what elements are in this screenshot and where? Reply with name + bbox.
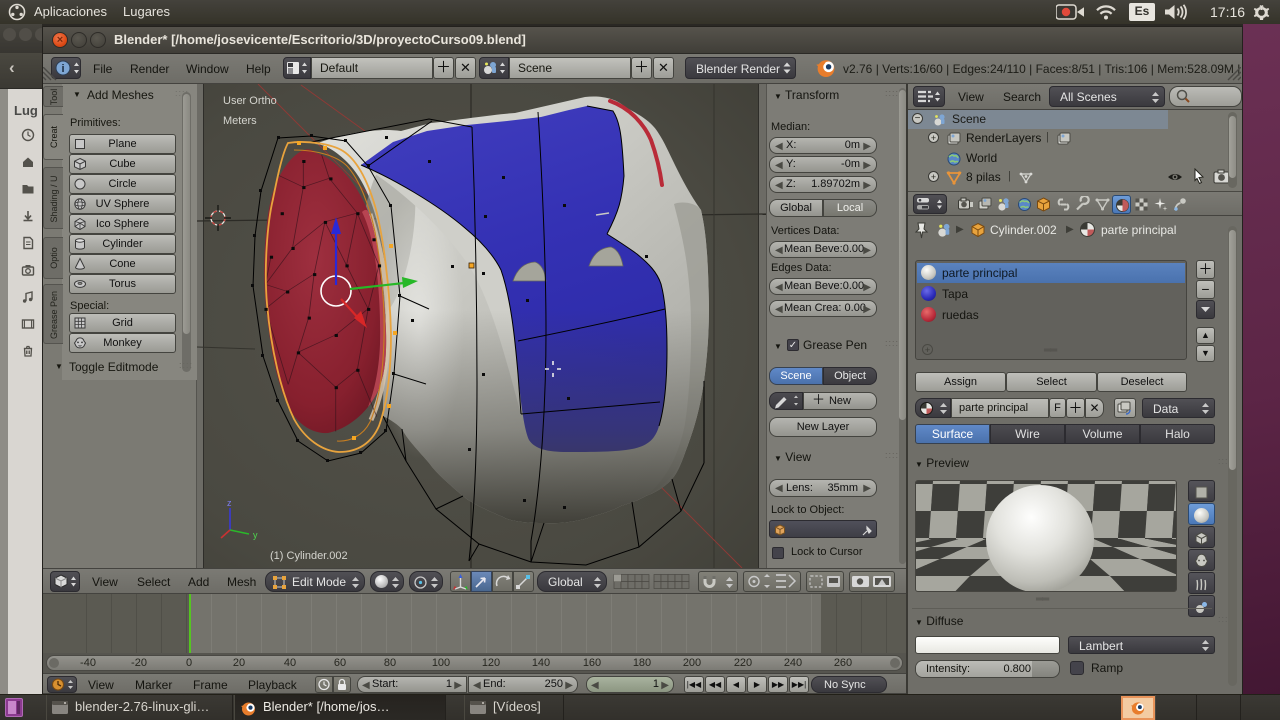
svg-text:y: y bbox=[253, 530, 258, 540]
svg-text:z: z bbox=[227, 498, 232, 508]
svg-text:(1) Cylinder.002: (1) Cylinder.002 bbox=[270, 550, 348, 562]
svg-text:User Ortho: User Ortho bbox=[223, 95, 277, 107]
svg-text:i: i bbox=[61, 63, 64, 75]
svg-text:Meters: Meters bbox=[223, 115, 257, 127]
